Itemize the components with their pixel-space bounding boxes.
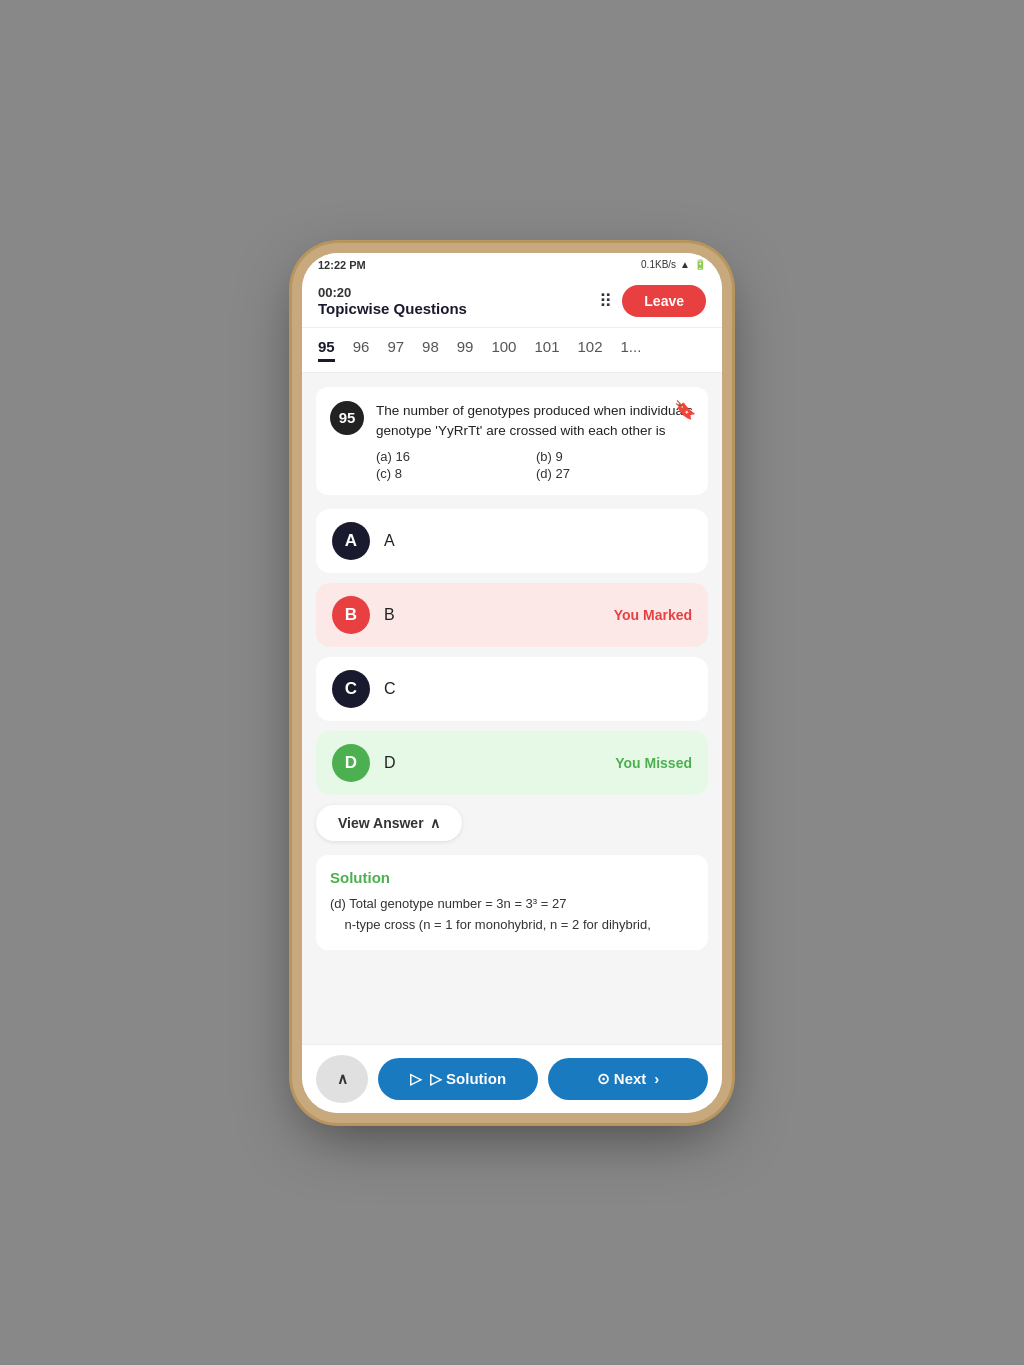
back-button[interactable]: ∧ [316,1055,368,1103]
q-nav-98[interactable]: 98 [422,338,439,362]
option-circle-a: A [332,522,370,560]
data-speed: 0.1KB/s [641,259,676,270]
solution-play-icon: ▷ [410,1070,422,1088]
status-bar: 12:22 PM 0.1KB/s ▲ 🔋 [302,253,722,277]
wifi-icon: ▲ [680,259,690,270]
status-icons: 0.1KB/s ▲ 🔋 [641,259,706,270]
content-area: 95 The number of genotypes produced when… [302,373,722,1044]
answer-option-d[interactable]: D D You Missed [316,731,708,795]
q-nav-96[interactable]: 96 [353,338,370,362]
page-title: Topicwise Questions [318,300,467,317]
question-text-area: The number of genotypes produced when in… [376,401,694,482]
solution-line-2: n-type cross (n = 1 for monohybrid, n = … [330,915,694,936]
solution-button-label: ▷ Solution [430,1070,506,1088]
q-nav-95[interactable]: 95 [318,338,335,362]
header: 00:20 Topicwise Questions ⠿ Leave [302,277,722,328]
solution-title: Solution [330,869,694,886]
back-icon: ∧ [337,1070,348,1088]
q-opt-b: (b) 9 [536,449,694,464]
question-number-badge: 95 [330,401,364,435]
status-time: 12:22 PM [318,259,366,271]
grid-icon[interactable]: ⠿ [599,290,612,312]
next-button[interactable]: ⊙ Next › [548,1058,708,1100]
you-missed-label: You Missed [615,755,692,771]
q-nav-102[interactable]: 102 [578,338,603,362]
option-circle-d: D [332,744,370,782]
bottom-bar: ∧ ▷ ▷ Solution ⊙ Next › [302,1044,722,1113]
next-button-label: ⊙ Next [597,1070,647,1088]
header-right: ⠿ Leave [599,285,706,317]
question-options: (a) 16 (b) 9 (c) 8 (d) 27 [376,449,694,481]
leave-button[interactable]: Leave [622,285,706,317]
q-nav-97[interactable]: 97 [387,338,404,362]
option-circle-c: C [332,670,370,708]
next-arrow-icon: › [654,1070,659,1087]
view-answer-button[interactable]: View Answer ∧ [316,805,462,841]
question-card: 95 The number of genotypes produced when… [316,387,708,496]
view-answer-label: View Answer [338,815,424,831]
answer-option-b[interactable]: B B You Marked [316,583,708,647]
q-opt-d: (d) 27 [536,466,694,481]
option-label-b: B [384,606,600,624]
bookmark-icon[interactable]: 🔖 [674,399,696,421]
answer-option-a[interactable]: A A [316,509,708,573]
q-opt-a: (a) 16 [376,449,534,464]
option-label-c: C [384,680,692,698]
option-circle-b: B [332,596,370,634]
q-nav-99[interactable]: 99 [457,338,474,362]
q-nav-more[interactable]: 1... [621,338,642,362]
option-label-d: D [384,754,601,772]
solution-button[interactable]: ▷ ▷ Solution [378,1058,538,1100]
question-text: The number of genotypes produced when in… [376,401,694,442]
q-nav-101[interactable]: 101 [534,338,559,362]
q-nav-100[interactable]: 100 [491,338,516,362]
phone-frame: 12:22 PM 0.1KB/s ▲ 🔋 00:20 Topicwise Que… [302,253,722,1113]
solution-text: (d) Total genotype number = 3n = 3³ = 27… [330,894,694,936]
timer: 00:20 [318,285,467,300]
option-label-a: A [384,532,692,550]
solution-line-1: (d) Total genotype number = 3n = 3³ = 27 [330,894,694,915]
answer-option-c[interactable]: C C [316,657,708,721]
question-nav: 95 96 97 98 99 100 101 102 1... [302,328,722,373]
header-left: 00:20 Topicwise Questions [318,285,467,317]
you-marked-label: You Marked [614,607,692,623]
solution-section: Solution (d) Total genotype number = 3n … [316,855,708,950]
battery-icon: 🔋 [694,259,706,270]
q-opt-c: (c) 8 [376,466,534,481]
view-answer-arrow: ∧ [430,815,440,831]
